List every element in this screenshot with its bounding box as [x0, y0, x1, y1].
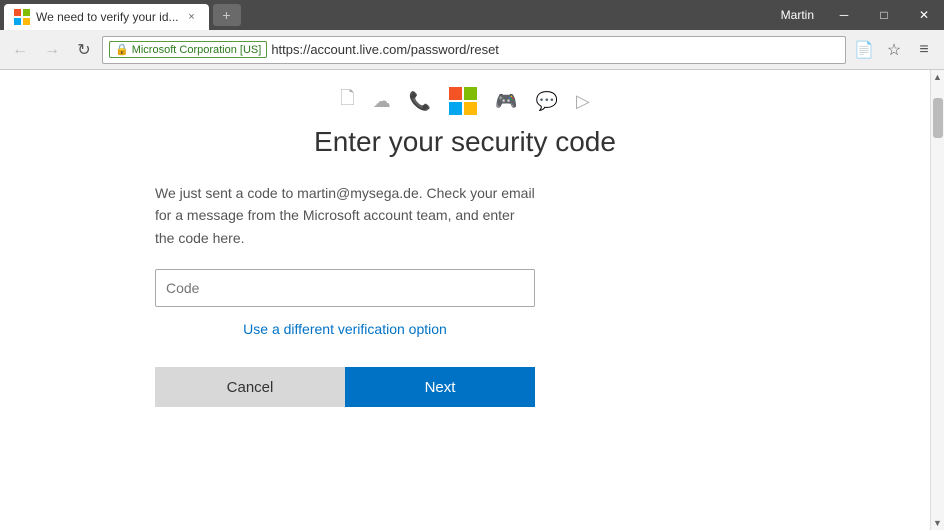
page-content: 🗋 ☁ 📞 🎮 💬 ▷ Enter your security code We …	[0, 70, 930, 530]
restore-button[interactable]: □	[864, 0, 904, 30]
star-icon: ☆	[887, 40, 901, 60]
browser-body: 🗋 ☁ 📞 🎮 💬 ▷ Enter your security code We …	[0, 70, 944, 530]
next-button[interactable]: Next	[345, 367, 535, 407]
forward-button[interactable]: →	[38, 36, 66, 64]
cancel-button[interactable]: Cancel	[155, 367, 345, 407]
browser-tab[interactable]: We need to verify your id... ×	[4, 4, 209, 30]
tab-favicon	[14, 9, 30, 25]
url-display: https://account.live.com/password/reset	[271, 42, 839, 57]
reader-icon: 📄	[854, 40, 874, 60]
form-container: Enter your security code We just sent a …	[115, 126, 815, 407]
forward-icon: →	[44, 41, 60, 59]
close-button[interactable]: ✕	[904, 0, 944, 30]
xbox-icon: 🎮	[495, 91, 517, 112]
toolbar-right: 📄 ☆ ≡	[850, 36, 938, 64]
minimize-button[interactable]: ─	[824, 0, 864, 30]
code-input[interactable]	[155, 269, 535, 307]
alt-verification-link[interactable]: Use a different verification option	[155, 321, 535, 337]
security-badge-text: Microsoft Corporation [US]	[132, 44, 262, 56]
reader-button[interactable]: 📄	[850, 36, 878, 64]
back-button[interactable]: ←	[6, 36, 34, 64]
scrollbar-thumb[interactable]	[933, 98, 943, 138]
title-bar-left: We need to verify your id... × +	[0, 0, 771, 30]
ms-icons-bar: 🗋 ☁ 📞 🎮 💬 ▷	[340, 70, 590, 126]
title-bar-right: Martin ─ □ ✕	[771, 0, 944, 30]
title-bar: We need to verify your id... × + Martin …	[0, 0, 944, 30]
back-icon: ←	[12, 41, 28, 59]
refresh-button[interactable]: ↻	[70, 36, 98, 64]
skype2-icon: 💬	[536, 91, 558, 112]
button-row: Cancel Next	[155, 367, 535, 407]
microsoft-logo	[449, 87, 477, 115]
menu-button[interactable]: ≡	[910, 36, 938, 64]
lock-icon: 🔒	[115, 43, 129, 56]
new-tab-button[interactable]: +	[213, 4, 241, 26]
onedrive-icon: ☁	[373, 91, 391, 112]
page-title: Enter your security code	[155, 126, 775, 158]
tab-close-button[interactable]: ×	[185, 10, 199, 24]
description-text: We just sent a code to martin@mysega.de.…	[155, 182, 535, 249]
security-badge[interactable]: 🔒 Microsoft Corporation [US]	[109, 41, 267, 58]
address-bar[interactable]: 🔒 Microsoft Corporation [US] https://acc…	[102, 36, 846, 64]
menu-icon: ≡	[919, 41, 928, 59]
toolbar: ← → ↻ 🔒 Microsoft Corporation [US] https…	[0, 30, 944, 70]
scroll-up-button[interactable]: ▲	[931, 70, 944, 84]
favorite-button[interactable]: ☆	[880, 36, 908, 64]
scroll-down-button[interactable]: ▼	[931, 516, 944, 530]
user-name: Martin	[771, 8, 824, 22]
onenote-icon: 🗋	[340, 86, 354, 116]
refresh-icon: ↻	[77, 40, 90, 60]
skype-icon: 📞	[409, 91, 431, 112]
bing-icon: ▷	[576, 91, 590, 112]
scrollbar[interactable]: ▲ ▼	[930, 70, 944, 530]
tab-title: We need to verify your id...	[36, 10, 179, 24]
